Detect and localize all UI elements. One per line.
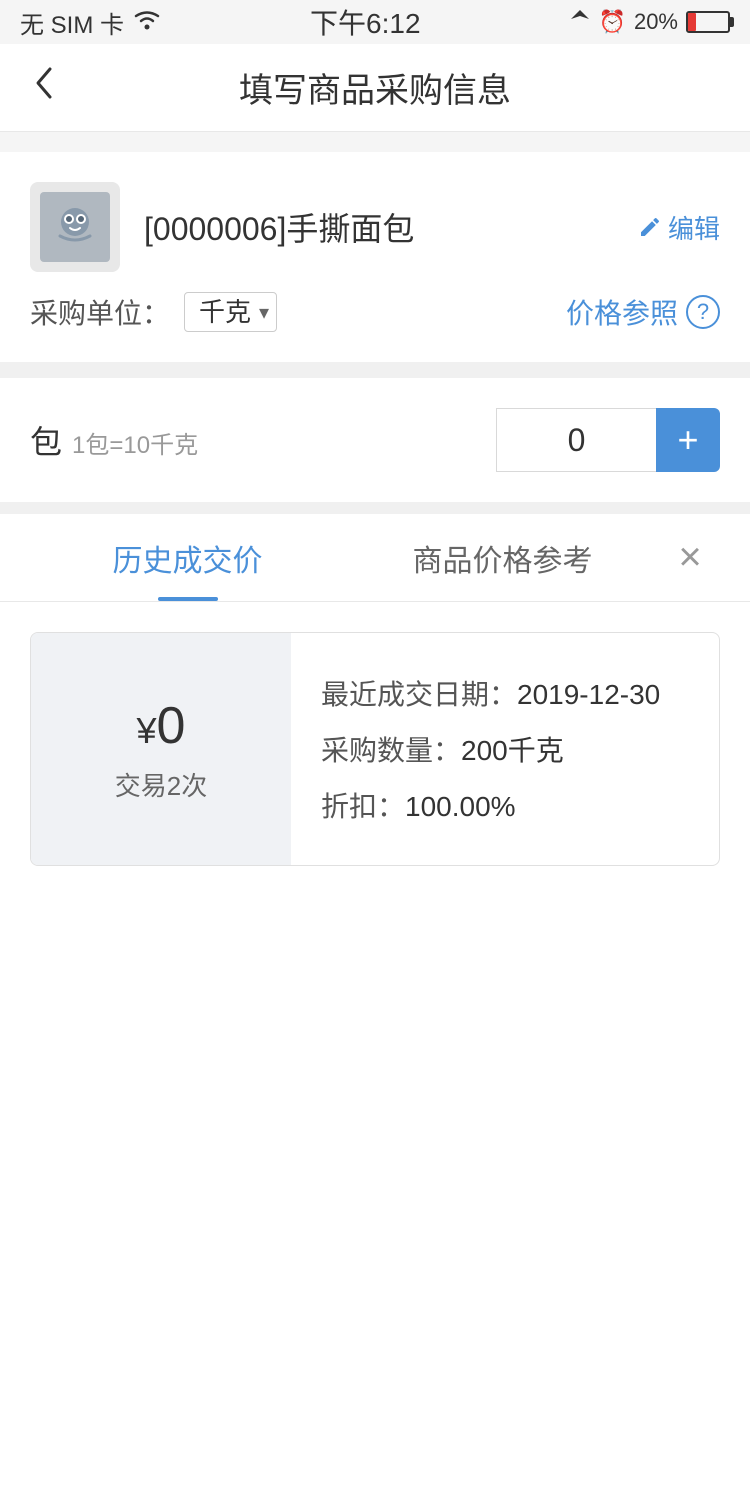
price-ref-label: 价格参照: [566, 292, 678, 332]
alarm-icon: ⏰: [599, 9, 626, 35]
battery-icon: [686, 11, 730, 33]
product-header: [0000006]手撕面包 编辑: [30, 182, 720, 272]
transaction-qty-row: 采购数量：200千克: [321, 729, 689, 769]
main-content-area: [0, 896, 750, 1496]
discount-value: 100.00%: [405, 791, 516, 822]
price-symbol: ¥: [137, 710, 157, 751]
transaction-card: ¥0 交易2次 最近成交日期：2019-12-30 采购数量：200千克 折扣：…: [30, 632, 720, 866]
product-unit-row: 采购单位： 千克 价格参照 ?: [30, 292, 720, 332]
edit-button[interactable]: 编辑: [638, 209, 720, 246]
product-name: [0000006]手撕面包: [144, 204, 414, 250]
battery-percent: 20%: [634, 9, 678, 35]
edit-label: 编辑: [668, 209, 720, 246]
qty-value: 200千克: [461, 735, 564, 766]
date-label: 最近成交日期：: [321, 679, 517, 710]
unit-left: 采购单位： 千克: [30, 292, 277, 332]
quantity-label: 包 1包=10千克: [30, 417, 198, 463]
status-bar: 无 SIM 卡 下午6:12 ⏰ 20%: [0, 0, 750, 44]
price-value: 0: [157, 697, 186, 755]
back-button[interactable]: [20, 51, 68, 124]
price-ref-button[interactable]: 价格参照 ?: [566, 292, 720, 332]
transaction-right: 最近成交日期：2019-12-30 采购数量：200千克 折扣：100.00%: [291, 633, 719, 865]
transaction-price: ¥0: [137, 696, 186, 756]
tab-close-button[interactable]: ×: [660, 535, 720, 580]
unit-label: 采购单位：: [30, 292, 170, 332]
divider-2: [0, 502, 750, 514]
unit-select-wrapper[interactable]: 千克: [184, 292, 277, 332]
qty-label: 采购数量：: [321, 735, 461, 766]
product-left: [0000006]手撕面包: [30, 182, 414, 272]
divider-1: [0, 362, 750, 378]
status-left: 无 SIM 卡: [20, 5, 162, 40]
tab-active-underline: [158, 597, 218, 601]
quantity-input[interactable]: 0: [496, 408, 656, 472]
tab-product-price-ref[interactable]: 商品价格参考: [345, 514, 660, 601]
quantity-unit-main: 包: [30, 417, 62, 463]
transaction-discount-row: 折扣：100.00%: [321, 785, 689, 825]
quantity-controls: 0 +: [496, 408, 720, 472]
unit-select[interactable]: 千克: [184, 292, 277, 332]
battery-fill: [688, 13, 696, 31]
wifi-icon: [132, 8, 162, 37]
product-card: [0000006]手撕面包 编辑 采购单位： 千克 价格参照 ?: [0, 152, 750, 362]
status-right: ⏰ 20%: [569, 8, 730, 36]
tab-product-price-ref-label: 商品价格参考: [413, 536, 593, 580]
quantity-plus-button[interactable]: +: [656, 408, 720, 472]
product-logo-inner: [40, 192, 110, 262]
nav-bar: 填写商品采购信息: [0, 44, 750, 132]
status-time: 下午6:12: [310, 2, 421, 42]
transaction-count: 交易2次: [115, 766, 207, 803]
transaction-date-row: 最近成交日期：2019-12-30: [321, 673, 689, 713]
quantity-row: 包 1包=10千克 0 +: [0, 378, 750, 502]
date-value: 2019-12-30: [517, 679, 660, 710]
product-logo: [30, 182, 120, 272]
tabs-header: 历史成交价 商品价格参考 ×: [0, 514, 750, 602]
quantity-unit-sub: 1包=10千克: [72, 425, 198, 460]
discount-label: 折扣：: [321, 791, 405, 822]
transaction-area: ¥0 交易2次 最近成交日期：2019-12-30 采购数量：200千克 折扣：…: [0, 602, 750, 896]
tabs-container: 历史成交价 商品价格参考 × ¥0 交易2次 最近成交日期：2019-12-30…: [0, 514, 750, 896]
tab-history-price[interactable]: 历史成交价: [30, 514, 345, 601]
transaction-left: ¥0 交易2次: [31, 633, 291, 865]
carrier-text: 无 SIM 卡: [20, 5, 124, 40]
help-icon: ?: [686, 295, 720, 329]
tab-history-price-label: 历史成交价: [113, 536, 263, 580]
page-title: 填写商品采购信息: [239, 63, 511, 112]
location-icon: [569, 8, 591, 36]
